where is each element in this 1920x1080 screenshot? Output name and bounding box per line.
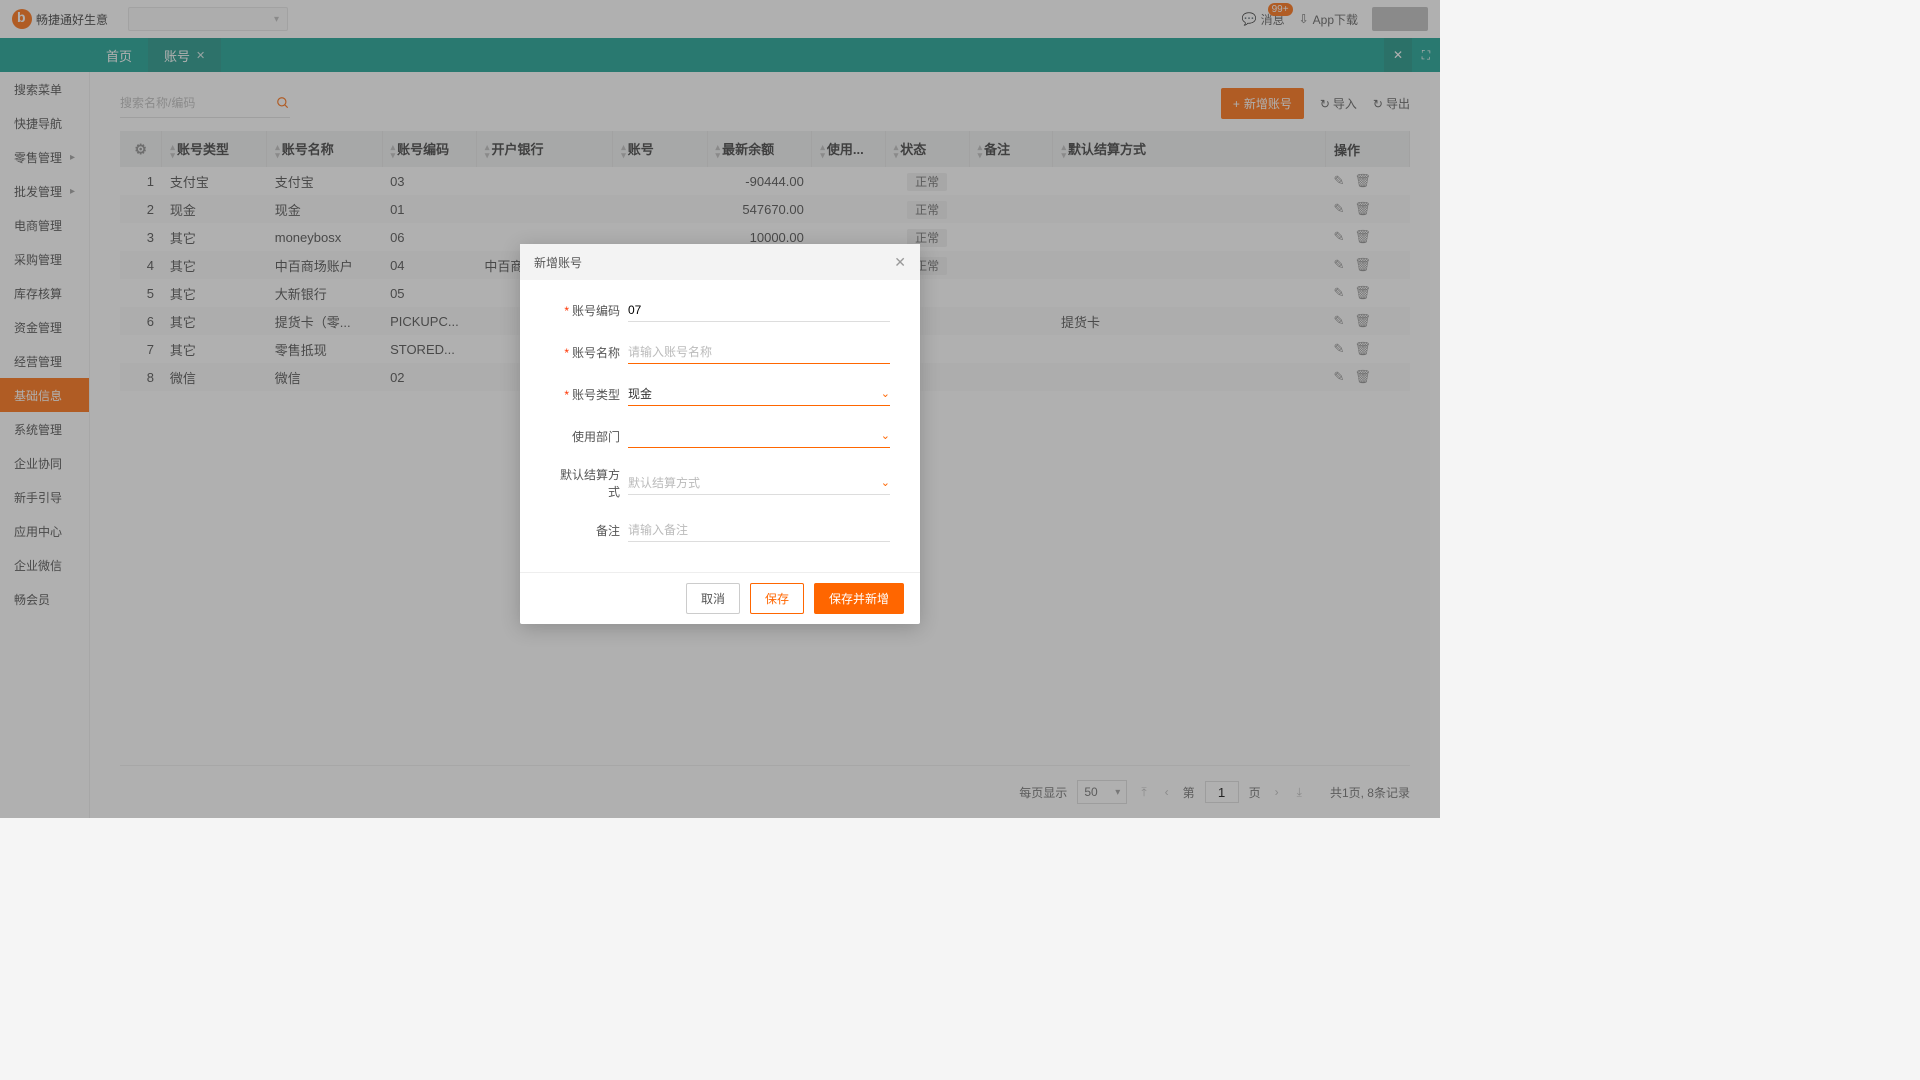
modal-header: 新增账号 ✕ bbox=[520, 244, 920, 280]
modal-title: 新增账号 bbox=[534, 254, 582, 271]
cancel-button[interactable]: 取消 bbox=[686, 583, 740, 614]
save-button[interactable]: 保存 bbox=[750, 583, 804, 614]
remark-input[interactable] bbox=[628, 518, 890, 542]
account-type-value: 现金 bbox=[628, 385, 652, 402]
field-label-code: 账号编码 bbox=[572, 304, 620, 318]
save-and-add-button[interactable]: 保存并新增 bbox=[814, 583, 904, 614]
field-label-dept: 使用部门 bbox=[572, 430, 620, 444]
field-label-settle: 默认结算方式 bbox=[560, 468, 620, 499]
chevron-down-icon: ⌄ bbox=[881, 476, 890, 489]
settlement-placeholder: 默认结算方式 bbox=[628, 474, 700, 491]
account-code-input[interactable] bbox=[628, 298, 890, 322]
field-label-name: 账号名称 bbox=[572, 346, 620, 360]
department-select[interactable]: ⌄ bbox=[628, 424, 890, 448]
modal-close-button[interactable]: ✕ bbox=[894, 254, 906, 271]
field-label-type: 账号类型 bbox=[572, 388, 620, 402]
field-label-remark: 备注 bbox=[596, 524, 620, 538]
account-name-input[interactable] bbox=[628, 340, 890, 364]
account-type-select[interactable]: 现金 ⌄ bbox=[628, 382, 890, 406]
chevron-down-icon: ⌄ bbox=[881, 387, 890, 400]
chevron-down-icon: ⌄ bbox=[881, 429, 890, 442]
modal-overlay: 新增账号 ✕ *账号编码 *账号名称 *账号类型 现金 ⌄ bbox=[0, 0, 1440, 818]
add-account-modal: 新增账号 ✕ *账号编码 *账号名称 *账号类型 现金 ⌄ bbox=[520, 244, 920, 624]
settlement-select[interactable]: 默认结算方式 ⌄ bbox=[628, 471, 890, 495]
